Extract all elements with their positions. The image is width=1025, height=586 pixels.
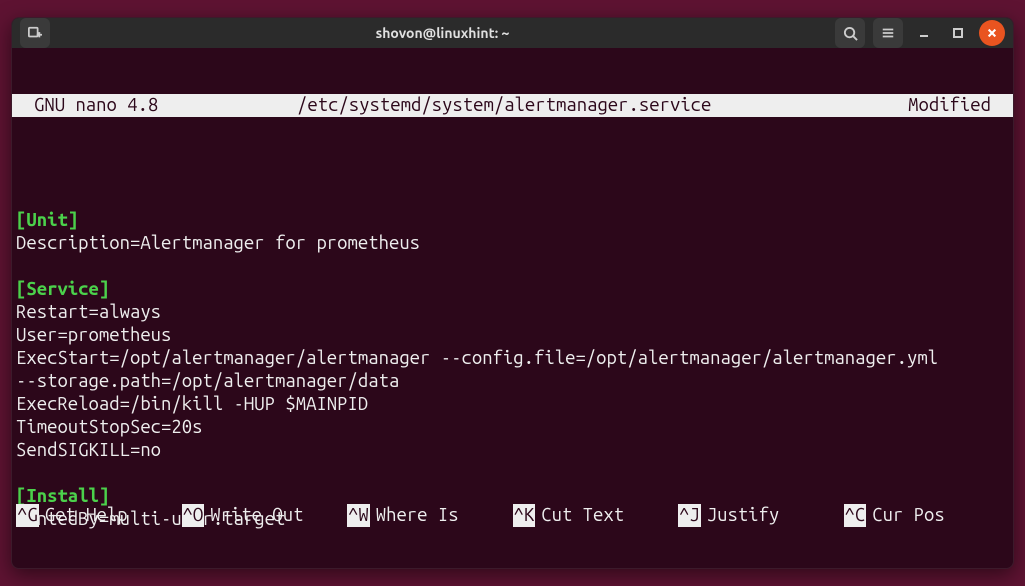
menu-button[interactable]: [873, 18, 903, 48]
shortcut-label: Justify: [701, 504, 780, 527]
hamburger-icon: [881, 26, 895, 40]
window-titlebar: shovon@linuxhint: ~: [12, 18, 1013, 48]
close-icon: [987, 28, 997, 38]
shortcut-justify[interactable]: ^JJustify: [678, 504, 844, 527]
window-title: shovon@linuxhint: ~: [50, 25, 835, 41]
nano-shortcut-bar: ^GGet Help ^OWrite Out ^WWhere Is ^KCut …: [12, 458, 1013, 569]
nano-status-bar: GNU nano 4.8 /etc/systemd/system/alertma…: [12, 94, 1013, 117]
new-tab-button[interactable]: [20, 18, 50, 48]
shortcut-get-help[interactable]: ^GGet Help: [16, 504, 182, 527]
shortcut-label: Cut Text: [535, 504, 624, 527]
nano-app-name: GNU nano 4.8: [12, 94, 297, 117]
terminal-window: shovon@linuxhint: ~: [11, 17, 1014, 569]
shortcut-row-1: ^GGet Help ^OWrite Out ^WWhere Is ^KCut …: [16, 504, 1009, 527]
terminal-body[interactable]: GNU nano 4.8 /etc/systemd/system/alertma…: [12, 48, 1013, 569]
shortcut-key: ^G: [16, 504, 39, 527]
nano-modified-flag: Modified: [893, 94, 1013, 117]
shortcut-label: Get Help: [39, 504, 128, 527]
line-execstart: ExecStart=/opt/alertmanager/alertmanager…: [16, 348, 938, 368]
shortcut-key: ^K: [513, 504, 536, 527]
close-button[interactable]: [979, 20, 1005, 46]
shortcut-write-out[interactable]: ^OWrite Out: [182, 504, 348, 527]
shortcut-key: ^C: [844, 504, 867, 527]
line-sigkill: SendSIGKILL=no: [16, 440, 161, 460]
shortcut-key: ^W: [347, 504, 370, 527]
search-button[interactable]: [835, 18, 865, 48]
line-storage: --storage.path=/opt/alertmanager/data: [16, 371, 399, 391]
minimize-icon: [918, 27, 930, 39]
line-timeout: TimeoutStopSec=20s: [16, 417, 202, 437]
shortcut-label: Write Out: [204, 504, 303, 527]
search-icon: [843, 26, 858, 41]
maximize-button[interactable]: [945, 20, 971, 46]
line-user: User=prometheus: [16, 325, 171, 345]
shortcut-cut-text[interactable]: ^KCut Text: [513, 504, 679, 527]
section-service: [Service]: [16, 279, 109, 299]
terminal-plus-icon: [28, 26, 42, 40]
shortcut-where-is[interactable]: ^WWhere Is: [347, 504, 513, 527]
maximize-icon: [952, 27, 964, 39]
line-restart: Restart=always: [16, 302, 161, 322]
shortcut-label: Cur Pos: [866, 504, 945, 527]
section-unit: [Unit]: [16, 210, 78, 230]
minimize-button[interactable]: [911, 20, 937, 46]
shortcut-key: ^O: [182, 504, 205, 527]
nano-file-path: /etc/systemd/system/alertmanager.service: [297, 94, 893, 117]
line-description: Description=Alertmanager for prometheus: [16, 233, 420, 253]
line-execreload: ExecReload=/bin/kill -HUP $MAINPID: [16, 394, 368, 414]
shortcut-cur-pos[interactable]: ^CCur Pos: [844, 504, 1010, 527]
shortcut-label: Where Is: [370, 504, 459, 527]
shortcut-key: ^J: [678, 504, 701, 527]
